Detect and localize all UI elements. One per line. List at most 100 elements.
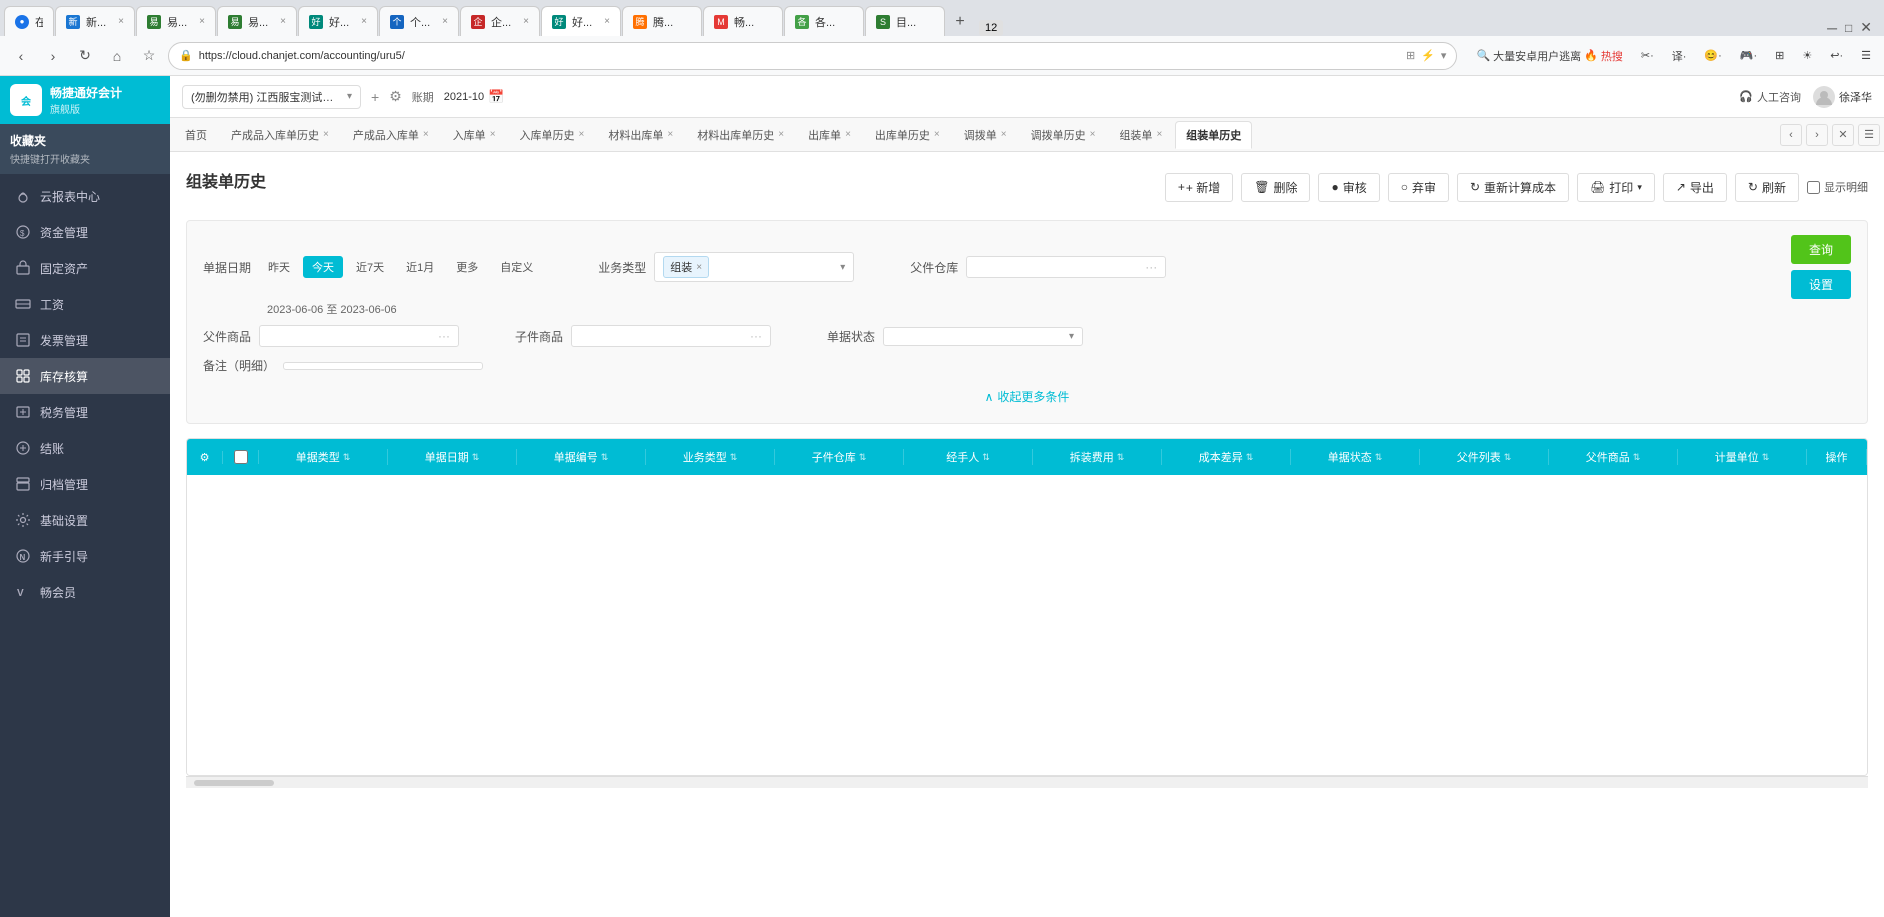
browser-tab-10[interactable]: M 畅...	[703, 6, 783, 36]
search-bar[interactable]: 🔍 大量安卓用户逃离 🔥 热搜	[1471, 45, 1627, 67]
page-tab-close-adjust-history[interactable]: ×	[1090, 129, 1096, 140]
browser-tab-4[interactable]: 易 易... ×	[217, 6, 297, 36]
shortcut-custom[interactable]: 自定义	[491, 256, 542, 278]
business-type-input[interactable]: 组装 × ▾	[654, 252, 854, 282]
sidebar-item-basic-settings[interactable]: 基础设置	[0, 502, 170, 538]
parent-warehouse-input[interactable]: ···	[966, 256, 1166, 278]
tab-nav-close-all[interactable]: ✕	[1832, 124, 1854, 146]
page-tab-out-order[interactable]: 出库单 ×	[797, 121, 862, 149]
refresh-button[interactable]: ↻	[72, 43, 98, 69]
browser-tab-12[interactable]: S 目...	[865, 6, 945, 36]
new-tab-button[interactable]: +	[946, 8, 974, 36]
browser-tab-5[interactable]: 好 好... ×	[298, 6, 378, 36]
page-tab-assembly-history[interactable]: 组装单历史	[1175, 121, 1252, 149]
tab-close-4[interactable]: ×	[280, 16, 286, 27]
page-tab-close-in-history[interactable]: ×	[579, 129, 585, 140]
sidebar-item-stock-calc[interactable]: 库存核算	[0, 358, 170, 394]
shortcut-more[interactable]: 更多	[447, 256, 487, 278]
business-type-tag-close[interactable]: ×	[696, 262, 702, 273]
page-tab-close-out-history[interactable]: ×	[934, 129, 940, 140]
add-button[interactable]: + + 新增	[1165, 173, 1233, 202]
child-goods-input[interactable]: ···	[571, 325, 771, 347]
browser-tab-7[interactable]: 企 企... ×	[460, 6, 540, 36]
table-col-type[interactable]: 单据类型 ⇅	[259, 449, 388, 465]
period-value[interactable]: 2021-10 📅	[444, 89, 505, 105]
minimize-btn[interactable]: ─	[1827, 20, 1837, 36]
remark-input[interactable]	[283, 362, 483, 370]
page-tab-in-order[interactable]: 入库单 ×	[442, 121, 507, 149]
sidebar-item-archive[interactable]: 归档管理	[0, 466, 170, 502]
table-col-unit[interactable]: 计量单位 ⇅	[1678, 449, 1807, 465]
print-button[interactable]: 🖨 打印 ▾	[1577, 173, 1655, 202]
page-tab-out-history[interactable]: 出库单历史 ×	[864, 121, 951, 149]
sidebar-item-cloud-report[interactable]: 云报表中心	[0, 178, 170, 214]
page-tab-close-adjust[interactable]: ×	[1001, 129, 1007, 140]
tab-close-2[interactable]: ×	[118, 16, 124, 27]
page-tab-prod-in[interactable]: 产成品入库单 ×	[342, 121, 440, 149]
tab-close-6[interactable]: ×	[442, 16, 448, 27]
tab-close-3[interactable]: ×	[199, 16, 205, 27]
horizontal-scrollbar[interactable]	[186, 776, 1868, 788]
refresh-button[interactable]: ↻ 刷新	[1735, 173, 1799, 202]
browser-tab-8[interactable]: 好 好... ×	[541, 6, 621, 36]
browser-tab-6[interactable]: 个 个... ×	[379, 6, 459, 36]
table-settings-cell[interactable]: ⚙	[187, 451, 223, 464]
query-button[interactable]: 查询	[1791, 235, 1851, 264]
page-tab-adjust[interactable]: 调拨单 ×	[953, 121, 1018, 149]
shortcut-today[interactable]: 今天	[303, 256, 343, 278]
page-tab-close-in-order[interactable]: ×	[490, 129, 496, 140]
page-tab-assembly[interactable]: 组装单 ×	[1108, 121, 1173, 149]
tab-nav-left[interactable]: ‹	[1780, 124, 1802, 146]
url-bar[interactable]: 🔒 https://cloud.chanjet.com/accounting/u…	[168, 42, 1457, 70]
order-status-input[interactable]: ▾	[883, 327, 1083, 346]
page-tab-close-prod-in-history[interactable]: ×	[323, 129, 329, 140]
sidebar-item-guide[interactable]: N 新手引导	[0, 538, 170, 574]
new-tab-icon[interactable]: +	[371, 89, 379, 105]
tab-nav-more[interactable]: ☰	[1858, 124, 1880, 146]
scissors-btn[interactable]: ✂·	[1636, 46, 1659, 65]
back-button[interactable]: ‹	[8, 43, 34, 69]
table-col-biz-type[interactable]: 业务类型 ⇅	[646, 449, 775, 465]
home-button[interactable]: ⌂	[104, 43, 130, 69]
page-tab-adjust-history[interactable]: 调拨单历史 ×	[1020, 121, 1107, 149]
page-tab-close-assembly[interactable]: ×	[1156, 129, 1162, 140]
browser-tab-11[interactable]: 各 各...	[784, 6, 864, 36]
shortcut-month[interactable]: 近1月	[397, 256, 443, 278]
sidebar-item-settlement[interactable]: 结账	[0, 430, 170, 466]
filter-collapse-btn[interactable]: ∧ 收起更多条件	[203, 384, 1851, 409]
browser-tab-2[interactable]: 新 新... ×	[55, 6, 135, 36]
page-tab-in-history[interactable]: 入库单历史 ×	[509, 121, 596, 149]
page-tab-close-out-order[interactable]: ×	[845, 129, 851, 140]
game-btn[interactable]: 🎮·	[1735, 46, 1762, 65]
browser-tab-3[interactable]: 易 易... ×	[136, 6, 216, 36]
menu-btn[interactable]: ☰	[1856, 46, 1876, 65]
table-col-cost-diff[interactable]: 成本差异 ⇅	[1162, 449, 1291, 465]
sidebar-item-invoice[interactable]: 发票管理	[0, 322, 170, 358]
emoji-btn[interactable]: 😊·	[1699, 46, 1726, 65]
table-col-disassembly-fee[interactable]: 拆装费用 ⇅	[1033, 449, 1162, 465]
sidebar-item-fund-mgmt[interactable]: $ 资金管理	[0, 214, 170, 250]
shortcut-yesterday[interactable]: 昨天	[259, 256, 299, 278]
table-col-parent-goods[interactable]: 父件商品 ⇅	[1549, 449, 1678, 465]
table-col-handler[interactable]: 经手人 ⇅	[904, 449, 1033, 465]
shortcut-week[interactable]: 近7天	[347, 256, 393, 278]
delete-button[interactable]: 🗑 删除	[1241, 173, 1310, 202]
grid-btn[interactable]: ⊞	[1770, 46, 1789, 65]
sidebar-item-member[interactable]: V 畅会员	[0, 574, 170, 610]
bookmark-button[interactable]: ☆	[136, 43, 162, 69]
abandon-button[interactable]: ○ 弃审	[1388, 173, 1449, 202]
user-info[interactable]: 徐泽华	[1813, 86, 1872, 108]
page-tab-close-mat-out[interactable]: ×	[667, 129, 673, 140]
page-tab-prod-in-history[interactable]: 产成品入库单历史 ×	[220, 121, 340, 149]
table-col-order-status[interactable]: 单据状态 ⇅	[1291, 449, 1420, 465]
parent-goods-input[interactable]: ···	[259, 325, 459, 347]
browser-tab-1[interactable]: ● 在	[4, 6, 54, 36]
recalc-button[interactable]: ↻ 重新计算成本	[1457, 173, 1569, 202]
tab-close-8[interactable]: ×	[604, 16, 610, 27]
table-col-child-warehouse[interactable]: 子件仓库 ⇅	[775, 449, 904, 465]
sidebar-item-payroll[interactable]: 工资	[0, 286, 170, 322]
sidebar-item-tax-mgmt[interactable]: 税务管理	[0, 394, 170, 430]
maximize-btn[interactable]: □	[1845, 21, 1852, 35]
tab-count-badge[interactable]: 12	[979, 20, 1003, 36]
tab-nav-right[interactable]: ›	[1806, 124, 1828, 146]
